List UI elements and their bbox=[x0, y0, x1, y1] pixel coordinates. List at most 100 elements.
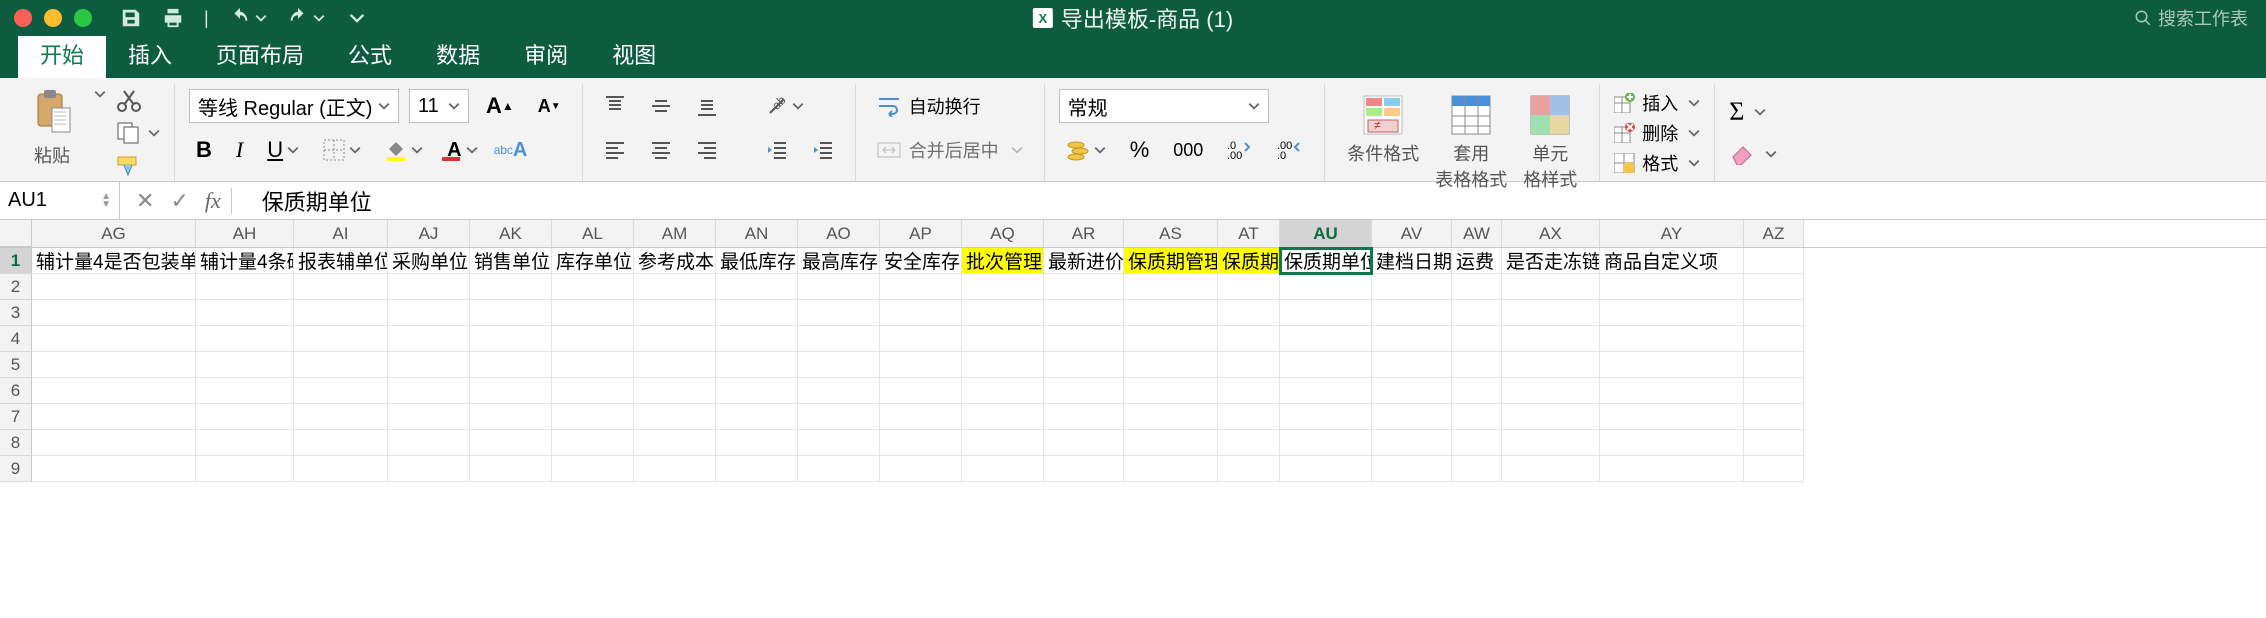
cell-AS8[interactable] bbox=[1124, 430, 1218, 456]
cell-AX6[interactable] bbox=[1502, 378, 1600, 404]
cell-AZ7[interactable] bbox=[1744, 404, 1804, 430]
cell-AN8[interactable] bbox=[716, 430, 798, 456]
orientation-button[interactable]: ab bbox=[759, 90, 811, 122]
column-header-AJ[interactable]: AJ bbox=[388, 220, 470, 247]
cell-AI7[interactable] bbox=[294, 404, 388, 430]
save-icon[interactable] bbox=[120, 7, 142, 29]
cell-AZ9[interactable] bbox=[1744, 456, 1804, 482]
cell-AN1[interactable]: 最低库存 bbox=[716, 248, 798, 274]
cell-AM5[interactable] bbox=[634, 352, 716, 378]
format-painter-button[interactable] bbox=[116, 153, 144, 177]
row-header-1[interactable]: 1 bbox=[0, 248, 32, 274]
cell-AM7[interactable] bbox=[634, 404, 716, 430]
comma-style-button[interactable]: 000 bbox=[1166, 135, 1210, 166]
column-header-AH[interactable]: AH bbox=[196, 220, 294, 247]
cell-AK2[interactable] bbox=[470, 274, 552, 300]
print-icon[interactable] bbox=[162, 7, 184, 29]
cell-AV3[interactable] bbox=[1372, 300, 1452, 326]
cell-AT8[interactable] bbox=[1218, 430, 1280, 456]
cell-AG9[interactable] bbox=[32, 456, 196, 482]
formula-input[interactable]: 保质期单位 bbox=[248, 185, 372, 217]
column-header-AI[interactable]: AI bbox=[294, 220, 388, 247]
cell-AJ2[interactable] bbox=[388, 274, 470, 300]
cell-AL3[interactable] bbox=[552, 300, 634, 326]
cell-AT4[interactable] bbox=[1218, 326, 1280, 352]
column-header-AX[interactable]: AX bbox=[1502, 220, 1600, 247]
column-header-AN[interactable]: AN bbox=[716, 220, 798, 247]
cell-AJ5[interactable] bbox=[388, 352, 470, 378]
cell-AQ8[interactable] bbox=[962, 430, 1044, 456]
cell-AS1[interactable]: 保质期管理 bbox=[1124, 248, 1218, 274]
cell-AM4[interactable] bbox=[634, 326, 716, 352]
cell-AV4[interactable] bbox=[1372, 326, 1452, 352]
row-header-6[interactable]: 6 bbox=[0, 378, 32, 404]
cell-AJ4[interactable] bbox=[388, 326, 470, 352]
number-format-select[interactable]: 常规 bbox=[1059, 89, 1269, 123]
name-box-stepper[interactable]: ▲▼ bbox=[101, 193, 111, 209]
cell-AG6[interactable] bbox=[32, 378, 196, 404]
column-header-AO[interactable]: AO bbox=[798, 220, 880, 247]
cell-AM8[interactable] bbox=[634, 430, 716, 456]
row-header-7[interactable]: 7 bbox=[0, 404, 32, 430]
cell-AZ1[interactable] bbox=[1744, 248, 1804, 274]
cell-AT9[interactable] bbox=[1218, 456, 1280, 482]
cell-AW9[interactable] bbox=[1452, 456, 1502, 482]
delete-cells-button[interactable]: 删除 bbox=[1614, 118, 1700, 148]
row-header-2[interactable]: 2 bbox=[0, 274, 32, 300]
cell-AL9[interactable] bbox=[552, 456, 634, 482]
cell-AN2[interactable] bbox=[716, 274, 798, 300]
column-header-AP[interactable]: AP bbox=[880, 220, 962, 247]
undo-button[interactable] bbox=[229, 7, 267, 29]
cell-AN6[interactable] bbox=[716, 378, 798, 404]
cell-AK5[interactable] bbox=[470, 352, 552, 378]
cell-AO5[interactable] bbox=[798, 352, 880, 378]
cell-AR6[interactable] bbox=[1044, 378, 1124, 404]
cell-AQ2[interactable] bbox=[962, 274, 1044, 300]
cell-AV7[interactable] bbox=[1372, 404, 1452, 430]
cell-AV2[interactable] bbox=[1372, 274, 1452, 300]
cell-AZ2[interactable] bbox=[1744, 274, 1804, 300]
cell-AL4[interactable] bbox=[552, 326, 634, 352]
cell-AO8[interactable] bbox=[798, 430, 880, 456]
cell-AT2[interactable] bbox=[1218, 274, 1280, 300]
cell-AZ5[interactable] bbox=[1744, 352, 1804, 378]
cell-AK7[interactable] bbox=[470, 404, 552, 430]
cell-AK3[interactable] bbox=[470, 300, 552, 326]
decrease-font-button[interactable]: A▼ bbox=[531, 91, 568, 122]
tab-开始[interactable]: 开始 bbox=[18, 30, 106, 78]
column-header-AG[interactable]: AG bbox=[32, 220, 196, 247]
cell-AN5[interactable] bbox=[716, 352, 798, 378]
align-bottom-button[interactable] bbox=[689, 90, 725, 122]
font-color-button[interactable]: A bbox=[440, 134, 476, 167]
cell-AT5[interactable] bbox=[1218, 352, 1280, 378]
cell-AY9[interactable] bbox=[1600, 456, 1744, 482]
cell-AM6[interactable] bbox=[634, 378, 716, 404]
cell-AS2[interactable] bbox=[1124, 274, 1218, 300]
cell-AS9[interactable] bbox=[1124, 456, 1218, 482]
align-right-button[interactable] bbox=[689, 134, 725, 166]
cell-AG8[interactable] bbox=[32, 430, 196, 456]
italic-button[interactable]: I bbox=[229, 132, 250, 168]
cell-AS5[interactable] bbox=[1124, 352, 1218, 378]
search-box[interactable]: 搜索工作表 bbox=[2134, 5, 2248, 31]
cell-AY4[interactable] bbox=[1600, 326, 1744, 352]
cell-AQ5[interactable] bbox=[962, 352, 1044, 378]
cell-AW8[interactable] bbox=[1452, 430, 1502, 456]
row-header-5[interactable]: 5 bbox=[0, 352, 32, 378]
row-header-9[interactable]: 9 bbox=[0, 456, 32, 482]
cell-AH7[interactable] bbox=[196, 404, 294, 430]
cell-AP9[interactable] bbox=[880, 456, 962, 482]
tab-插入[interactable]: 插入 bbox=[106, 30, 194, 78]
cell-AK6[interactable] bbox=[470, 378, 552, 404]
cell-AV5[interactable] bbox=[1372, 352, 1452, 378]
column-header-AU[interactable]: AU bbox=[1280, 220, 1372, 247]
enter-formula-button[interactable]: ✓ bbox=[170, 188, 188, 214]
cell-AX2[interactable] bbox=[1502, 274, 1600, 300]
clear-button[interactable] bbox=[1729, 139, 1777, 169]
cell-AT6[interactable] bbox=[1218, 378, 1280, 404]
cell-AP1[interactable]: 安全库存 bbox=[880, 248, 962, 274]
cell-AQ9[interactable] bbox=[962, 456, 1044, 482]
cell-AU1[interactable]: 保质期单位 bbox=[1280, 248, 1372, 274]
name-box[interactable]: AU1 ▲▼ bbox=[0, 182, 120, 219]
cell-AU6[interactable] bbox=[1280, 378, 1372, 404]
